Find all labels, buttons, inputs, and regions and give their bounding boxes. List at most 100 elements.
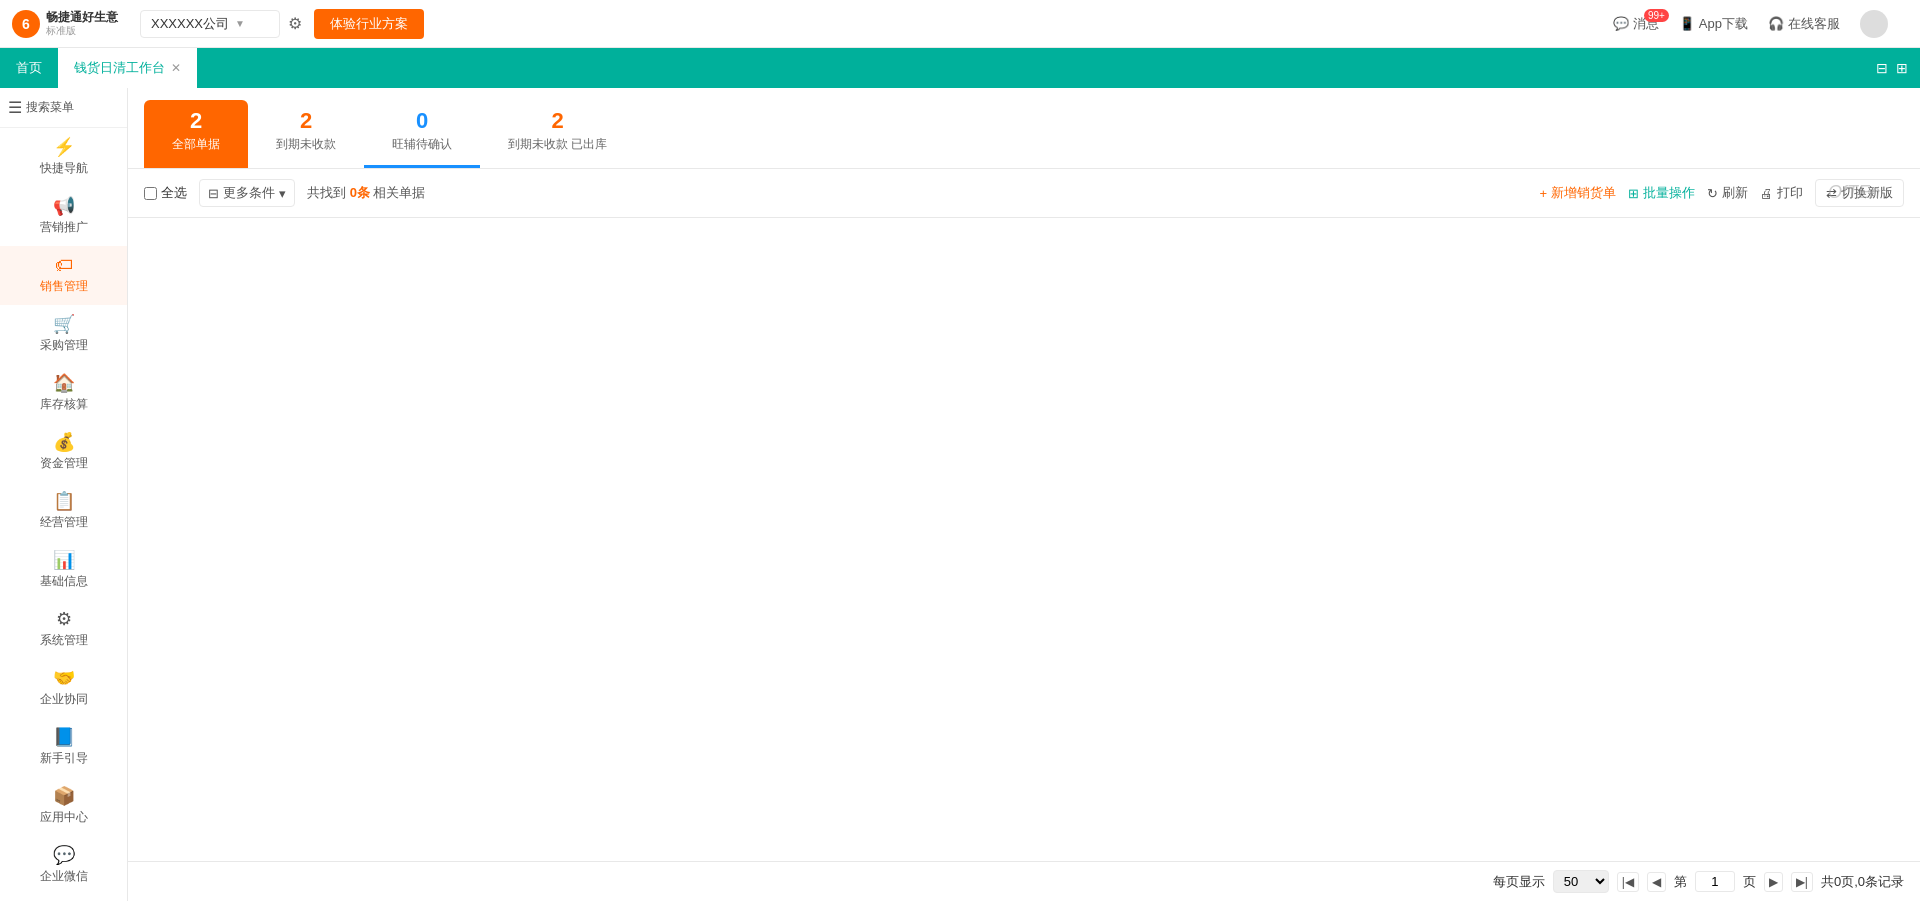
guide-icon: 📘 [53,728,75,746]
stat-label-all: 全部单据 [172,136,220,153]
found-prefix: 共找到 [307,185,346,200]
stat-tab-all[interactable]: 2 全部单据 [144,100,248,168]
more-filter-button[interactable]: ⊟ 更多条件 ▾ [199,179,295,207]
quicknav-icon: ⚡ [53,138,75,156]
online-service-item[interactable]: 🎧 在线客服 [1768,15,1840,33]
page-input[interactable] [1695,871,1735,892]
avatar[interactable] [1860,10,1888,38]
stat-num-wangfu: 0 [416,108,428,134]
tab-workbench[interactable]: 钱货日清工作台 ✕ [58,48,197,88]
content-area: 2 全部单据 2 到期未收款 0 旺辅待确认 2 到期未收款 已出库 全选 [128,88,1920,901]
sidebar-item-purchase-label: 采购管理 [40,337,88,354]
select-all-label: 全选 [161,184,187,202]
sidebar-item-guide[interactable]: 📘 新手引导 [0,718,127,777]
logo-text: 畅捷通好生意 标准版 [46,10,118,36]
tab-home[interactable]: 首页 [0,48,58,88]
logo-sub: 标准版 [46,25,118,37]
stat-tab-overdue[interactable]: 2 到期未收款 [248,100,364,168]
operations-icon: 📋 [53,492,75,510]
sidebar-item-guide-label: 新手引导 [40,750,88,767]
batch-icon: ⊞ [1628,186,1639,201]
filter-arrow-icon: ▾ [279,186,286,201]
select-all-checkbox[interactable]: 全选 [144,184,187,202]
settings-icon[interactable]: ⚙ [288,14,302,33]
sidebar-item-quicknav-label: 快捷导航 [40,160,88,177]
sidebar-item-sales[interactable]: 🏷 销售管理 [0,246,127,305]
stat-num-shipped: 2 [552,108,564,134]
refresh-icon: ↻ [1707,186,1718,201]
system-icon: ⚙ [56,610,72,628]
sidebar-item-wechat[interactable]: 💬 企业微信 [0,836,127,895]
sidebar-item-quicknav[interactable]: ⚡ 快捷导航 [0,128,127,187]
sidebar-item-apps[interactable]: 📦 应用中心 [0,777,127,836]
batch-op-button[interactable]: ⊞ 批量操作 [1628,184,1695,202]
tab-home-label: 首页 [16,59,42,77]
sidebar-item-marketing-label: 营销推广 [40,219,88,236]
close-icon[interactable]: ✕ [171,61,181,75]
refresh-button[interactable]: ↻ 刷新 [1707,184,1748,202]
stat-num-all: 2 [190,108,202,134]
toolbar-right: + 新增销货单 ⊞ 批量操作 ↻ 刷新 🖨 打印 ⇄ 切换新版 [1539,179,1904,207]
first-page-button[interactable]: |◀ [1617,872,1639,892]
found-suffix: 相关单据 [373,185,425,200]
sidebar-item-purchase[interactable]: 🛒 采购管理 [0,305,127,364]
service-label: 在线客服 [1788,15,1840,33]
sidebar-item-apps-label: 应用中心 [40,809,88,826]
next-page-button[interactable]: ▶ [1764,872,1783,892]
purchase-icon: 🛒 [53,315,75,333]
sidebar-item-sales-label: 销售管理 [40,278,88,295]
last-page-button[interactable]: ▶| [1791,872,1813,892]
sidebar-item-collab[interactable]: 🤝 企业协同 [0,659,127,718]
print-button[interactable]: 🖨 打印 [1760,184,1803,202]
stat-num-overdue: 2 [300,108,312,134]
sales-icon: 🏷 [55,256,73,274]
app-icon: 📱 [1679,16,1695,31]
logo-area: 6 畅捷通好生意 标准版 [12,10,140,38]
print-label: 打印 [1777,184,1803,202]
tab-minimize-icon[interactable]: ⊟ [1876,60,1888,76]
more-filter-label: 更多条件 [223,184,275,202]
sidebar-item-basic[interactable]: 📊 基础信息 [0,541,127,600]
main-layout: ☰ 搜索菜单 ⚡ 快捷导航 📢 营销推广 🏷 销售管理 🛒 采购管理 🏠 库存核… [0,88,1920,901]
chevron-down-icon: ▼ [235,18,245,29]
print-icon: 🖨 [1760,186,1773,201]
sidebar-item-marketing[interactable]: 📢 营销推广 [0,187,127,246]
message-icon: 💬 [1613,16,1629,31]
batch-op-label: 批量操作 [1643,184,1695,202]
sidebar-item-operations-label: 经营管理 [40,514,88,531]
per-page-select[interactable]: 50 100 200 [1553,870,1609,893]
message-item[interactable]: 💬 消息 99+ [1613,15,1659,33]
refresh-label: 刷新 [1722,184,1748,202]
per-page-label: 每页显示 [1493,873,1545,891]
app-download-item[interactable]: 📱 App下载 [1679,15,1748,33]
sidebar-item-system[interactable]: ⚙ 系统管理 [0,600,127,659]
tab-expand-icon[interactable]: ⊞ [1896,60,1908,76]
sidebar-item-finance[interactable]: 💰 资金管理 [0,423,127,482]
total-info: 共0页,0条记录 [1821,873,1904,891]
sidebar-item-system-label: 系统管理 [40,632,88,649]
message-badge: 99+ [1644,9,1669,22]
sidebar-item-inventory[interactable]: 🏠 库存核算 [0,364,127,423]
switch-version-button[interactable]: ⇄ 切换新版 [1815,179,1904,207]
tab-bar-actions: ⊟ ⊞ [1876,60,1920,76]
finance-icon: 💰 [53,433,75,451]
sidebar: ☰ 搜索菜单 ⚡ 快捷导航 📢 营销推广 🏷 销售管理 🛒 采购管理 🏠 库存核… [0,88,128,901]
stat-tab-shipped[interactable]: 2 到期未收款 已出库 [480,100,635,168]
add-order-button[interactable]: + 新增销货单 [1539,184,1616,202]
switch-label: 切换新版 [1841,184,1893,202]
checkbox-input[interactable] [144,187,157,200]
logo-icon: 6 [12,10,40,38]
prev-page-button[interactable]: ◀ [1647,872,1666,892]
sidebar-item-basic-label: 基础信息 [40,573,88,590]
stat-label-wangfu: 旺辅待确认 [392,136,452,153]
sidebar-item-member[interactable]: ♦ 畅会员 [0,895,127,901]
apps-icon: 📦 [53,787,75,805]
sidebar-search[interactable]: ☰ 搜索菜单 [0,88,127,128]
trial-button[interactable]: 体验行业方案 [314,9,424,39]
company-name: XXXXXX公司 [151,15,229,33]
company-selector[interactable]: XXXXXX公司 ▼ [140,10,280,38]
sidebar-item-operations[interactable]: 📋 经营管理 [0,482,127,541]
stat-tab-wangfu[interactable]: 0 旺辅待确认 [364,100,480,168]
found-count: 0条 [350,185,370,200]
sidebar-item-finance-label: 资金管理 [40,455,88,472]
